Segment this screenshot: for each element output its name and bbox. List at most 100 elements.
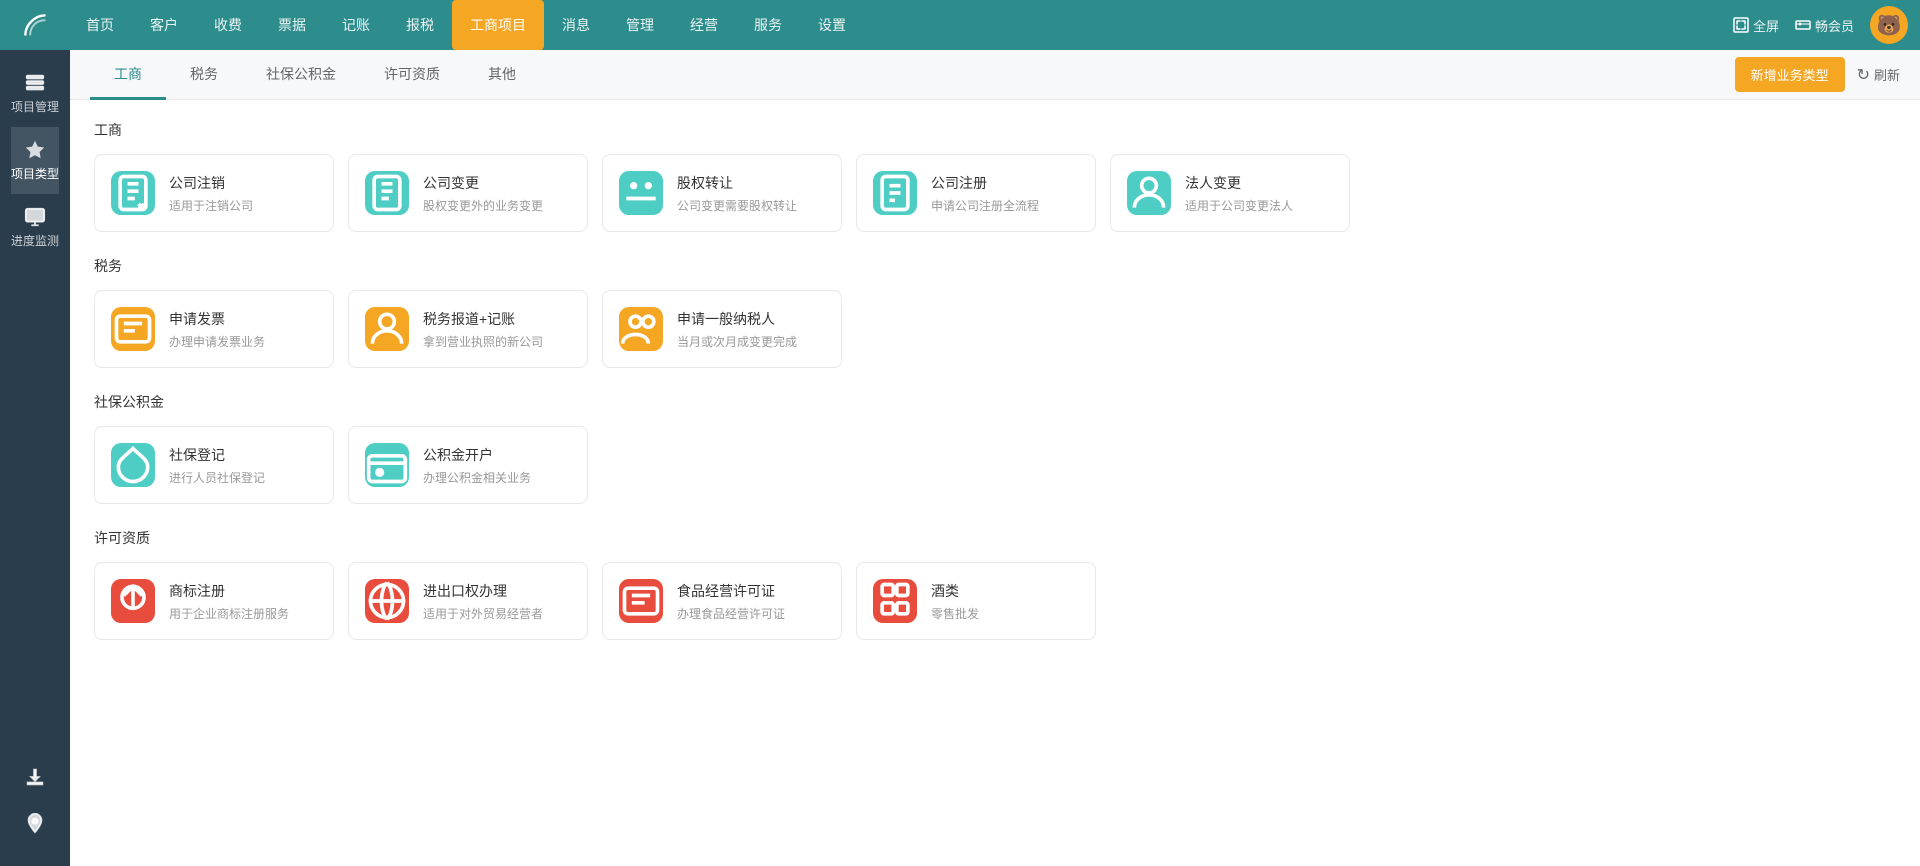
card-desc-label: 股权变更外的业务变更: [423, 197, 543, 214]
app-logo: [12, 0, 58, 50]
nav-item-服务[interactable]: 服务: [736, 0, 800, 50]
fullscreen-label: 全屏: [1753, 16, 1779, 35]
tab-actions: 新增业务类型 ↻ 刷新: [1735, 57, 1900, 92]
card-icon-食品经营许可证: [619, 579, 663, 623]
nav-item-设置[interactable]: 设置: [800, 0, 864, 50]
card-info-公积金开户: 公积金开户办理公积金相关业务: [423, 445, 531, 486]
sidebar-item-项目管理[interactable]: 项目管理: [11, 60, 59, 127]
nav-item-报税[interactable]: 报税: [388, 0, 452, 50]
nav-right: 全屏 畅会员 🐻: [1733, 6, 1908, 44]
nav-item-管理[interactable]: 管理: [608, 0, 672, 50]
card-info-申请一般纳税人: 申请一般纳税人当月或次月成变更完成: [677, 309, 797, 350]
card-icon-申请一般纳税人: [619, 307, 663, 351]
tab-社保公积金[interactable]: 社保公积金: [242, 51, 360, 100]
sidebar: 项目管理项目类型进度监测: [0, 50, 70, 866]
card-icon-公司注册: [873, 171, 917, 215]
sidebar-item-进度监测[interactable]: 进度监测: [11, 194, 59, 261]
tab-list: 工商税务社保公积金许可资质其他: [90, 50, 540, 99]
section-title-社保公积金: 社保公积金: [94, 392, 1896, 412]
card-desc-label: 适用于注销公司: [169, 197, 253, 214]
tab-工商[interactable]: 工商: [90, 51, 166, 100]
card-name-label: 法人变更: [1185, 173, 1293, 193]
card-icon-公司注销: [111, 171, 155, 215]
card-desc-label: 办理公积金相关业务: [423, 469, 531, 486]
user-avatar[interactable]: 🐻: [1870, 6, 1908, 44]
card-desc-label: 适用于对外贸易经营者: [423, 605, 543, 622]
card-desc-label: 办理申请发票业务: [169, 333, 265, 350]
card-info-股权转让: 股权转让公司变更需要股权转让: [677, 173, 797, 214]
top-navigation: 首页客户收费票据记账报税工商项目消息管理经营服务设置 全屏 畅会员 🐻: [0, 0, 1920, 50]
card-name-label: 进出口权办理: [423, 581, 543, 601]
card-name-label: 社保登记: [169, 445, 265, 465]
sidebar-item-download[interactable]: [0, 754, 70, 800]
sidebar-item-location[interactable]: [0, 800, 70, 846]
main-content: 工商税务社保公积金许可资质其他 新增业务类型 ↻ 刷新 工商公司注销适用于注销公…: [70, 50, 1920, 866]
card-申请一般纳税人[interactable]: 申请一般纳税人当月或次月成变更完成: [602, 290, 842, 368]
section-title-税务: 税务: [94, 256, 1896, 276]
card-name-label: 公司注销: [169, 173, 253, 193]
nav-item-客户[interactable]: 客户: [132, 0, 196, 50]
card-社保登记[interactable]: 社保登记进行人员社保登记: [94, 426, 334, 504]
nav-item-消息[interactable]: 消息: [544, 0, 608, 50]
sidebar-item-项目类型[interactable]: 项目类型: [11, 127, 59, 194]
card-desc-label: 申请公司注册全流程: [931, 197, 1039, 214]
card-name-label: 食品经营许可证: [677, 581, 785, 601]
fullscreen-button[interactable]: 全屏: [1733, 16, 1779, 35]
card-公司变更[interactable]: 公司变更股权变更外的业务变更: [348, 154, 588, 232]
card-商标注册[interactable]: 商标注册用于企业商标注册服务: [94, 562, 334, 640]
card-desc-label: 当月或次月成变更完成: [677, 333, 797, 350]
card-name-label: 公司变更: [423, 173, 543, 193]
card-icon-公积金开户: [365, 443, 409, 487]
card-info-酒类: 酒类零售批发: [931, 581, 979, 622]
card-desc-label: 零售批发: [931, 605, 979, 622]
nav-item-票据[interactable]: 票据: [260, 0, 324, 50]
card-icon-税务报道+记账: [365, 307, 409, 351]
card-icon-酒类: [873, 579, 917, 623]
card-公积金开户[interactable]: 公积金开户办理公积金相关业务: [348, 426, 588, 504]
card-name-label: 申请发票: [169, 309, 265, 329]
card-desc-label: 进行人员社保登记: [169, 469, 265, 486]
vip-button[interactable]: 畅会员: [1795, 16, 1854, 35]
nav-item-工商项目[interactable]: 工商项目: [452, 0, 544, 50]
card-icon-社保登记: [111, 443, 155, 487]
card-股权转让[interactable]: 股权转让公司变更需要股权转让: [602, 154, 842, 232]
card-公司注册[interactable]: 公司注册申请公司注册全流程: [856, 154, 1096, 232]
card-酒类[interactable]: 酒类零售批发: [856, 562, 1096, 640]
new-type-button[interactable]: 新增业务类型: [1735, 57, 1845, 92]
card-icon-进出口权办理: [365, 579, 409, 623]
nav-item-收费[interactable]: 收费: [196, 0, 260, 50]
refresh-button[interactable]: ↻ 刷新: [1857, 65, 1900, 85]
card-icon-申请发票: [111, 307, 155, 351]
card-税务报道+记账[interactable]: 税务报道+记账拿到营业执照的新公司: [348, 290, 588, 368]
tab-许可资质[interactable]: 许可资质: [360, 51, 464, 100]
card-info-商标注册: 商标注册用于企业商标注册服务: [169, 581, 289, 622]
card-进出口权办理[interactable]: 进出口权办理适用于对外贸易经营者: [348, 562, 588, 640]
nav-item-首页[interactable]: 首页: [68, 0, 132, 50]
card-info-公司变更: 公司变更股权变更外的业务变更: [423, 173, 543, 214]
refresh-label: 刷新: [1874, 65, 1900, 84]
vip-label: 畅会员: [1815, 16, 1854, 35]
tab-其他[interactable]: 其他: [464, 51, 540, 100]
nav-item-经营[interactable]: 经营: [672, 0, 736, 50]
scroll-area[interactable]: 工商公司注销适用于注销公司 公司变更股权变更外的业务变更 股权转让公司变更需要股权转…: [70, 100, 1920, 866]
main-layout: 项目管理项目类型进度监测 工商税务社保公积金许可资质其他 新增业务类型: [0, 50, 1920, 866]
card-desc-label: 办理食品经营许可证: [677, 605, 785, 622]
card-info-税务报道+记账: 税务报道+记账拿到营业执照的新公司: [423, 309, 543, 350]
card-name-label: 股权转让: [677, 173, 797, 193]
nav-item-记账[interactable]: 记账: [324, 0, 388, 50]
card-name-label: 商标注册: [169, 581, 289, 601]
card-name-label: 申请一般纳税人: [677, 309, 797, 329]
card-desc-label: 用于企业商标注册服务: [169, 605, 289, 622]
section-title-工商: 工商: [94, 120, 1896, 140]
card-公司注销[interactable]: 公司注销适用于注销公司: [94, 154, 334, 232]
card-申请发票[interactable]: 申请发票办理申请发票业务: [94, 290, 334, 368]
card-info-食品经营许可证: 食品经营许可证办理食品经营许可证: [677, 581, 785, 622]
card-name-label: 酒类: [931, 581, 979, 601]
card-食品经营许可证[interactable]: 食品经营许可证办理食品经营许可证: [602, 562, 842, 640]
card-grid-税务: 申请发票办理申请发票业务 税务报道+记账拿到营业执照的新公司 申请一般纳税人当月或次…: [94, 290, 1896, 368]
card-法人变更[interactable]: 法人变更适用于公司变更法人: [1110, 154, 1350, 232]
section-title-许可资质: 许可资质: [94, 528, 1896, 548]
tab-税务[interactable]: 税务: [166, 51, 242, 100]
card-icon-法人变更: [1127, 171, 1171, 215]
card-info-法人变更: 法人变更适用于公司变更法人: [1185, 173, 1293, 214]
